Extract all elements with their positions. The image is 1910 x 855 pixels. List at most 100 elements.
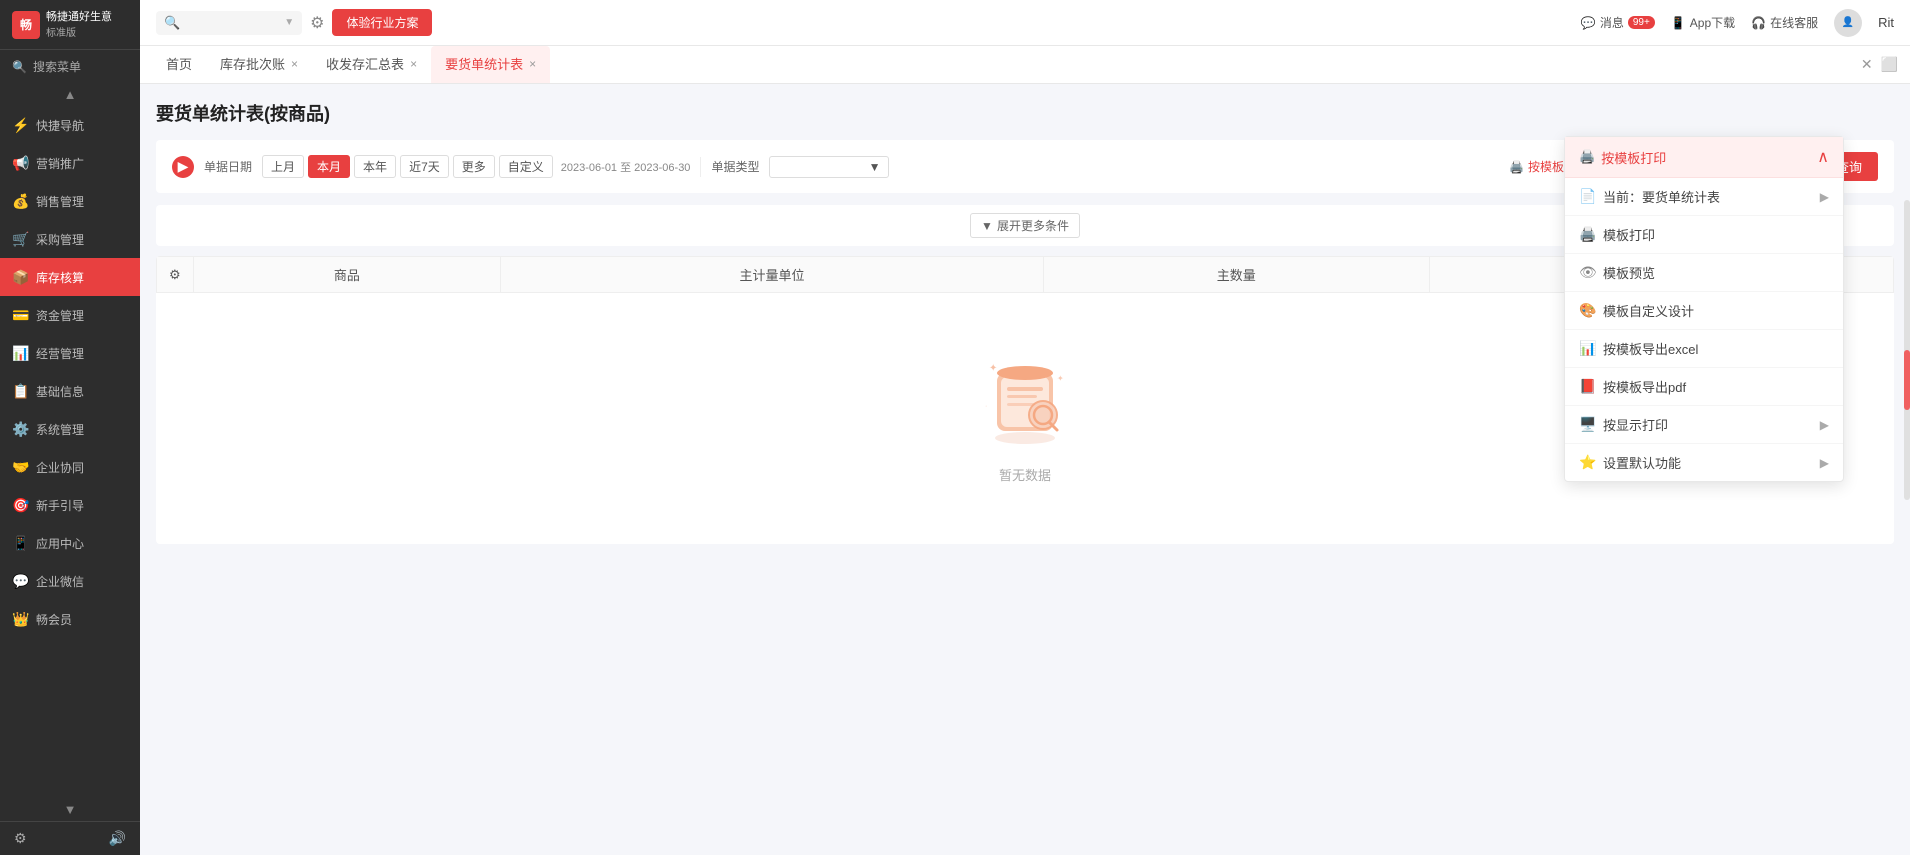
sidebar-item-finance[interactable]: 💳 资金管理 <box>0 296 140 334</box>
sidebar-item-collab[interactable]: 🤝 企业协同 <box>0 448 140 486</box>
date-btn-more[interactable]: 更多 <box>453 155 495 178</box>
sidebar-item-business[interactable]: 📊 经营管理 <box>0 334 140 372</box>
date-btn-custom[interactable]: 自定义 <box>499 155 553 178</box>
print-dropdown-header[interactable]: 🖨️ 按模板打印 ∧ <box>1565 137 1843 178</box>
tab-order-stats[interactable]: 要货单统计表 × <box>431 46 550 83</box>
print-export-pdf-item[interactable]: 📕 按模板导出pdf <box>1565 368 1843 406</box>
customer-service-icon: 🎧 <box>1751 16 1766 30</box>
set-default-icon: ⭐ <box>1579 454 1595 471</box>
sidebar-item-wechat[interactable]: 💬 企业微信 <box>0 562 140 600</box>
tab-order-stats-close[interactable]: × <box>529 57 536 71</box>
expand-label: 展开更多条件 <box>997 217 1069 234</box>
print-export-excel-item[interactable]: 📊 按模板导出excel <box>1565 330 1843 368</box>
sidebar-label-finance: 资金管理 <box>36 307 84 324</box>
search-menu-label: 搜索菜单 <box>33 58 81 75</box>
sidebar-scroll-up[interactable]: ▲ <box>0 83 140 106</box>
sidebar-label-guide: 新手引导 <box>36 497 84 514</box>
print-current-template-item[interactable]: 📄 当前：要货单统计表 ▶ <box>1565 178 1843 216</box>
sidebar-item-marketing[interactable]: 📢 营销推广 <box>0 144 140 182</box>
display-print-arrow: ▶ <box>1820 418 1829 432</box>
sidebar-scroll-down[interactable]: ▼ <box>0 798 140 821</box>
tab-home[interactable]: 首页 <box>152 46 206 83</box>
sidebar-label-sales: 销售管理 <box>36 193 84 210</box>
print-template-preview-item[interactable]: 👁 模板预览 <box>1565 254 1843 292</box>
app-download-icon: 📱 <box>1671 16 1686 30</box>
topbar-messages[interactable]: 💬 消息 99+ <box>1581 14 1655 31</box>
sidebar-item-basic[interactable]: 📋 基础信息 <box>0 372 140 410</box>
date-btn-this-year[interactable]: 本年 <box>354 155 396 178</box>
print-set-default-item[interactable]: ⭐ 设置默认功能 ▶ <box>1565 444 1843 481</box>
date-filter-label: 单据日期 <box>204 158 252 175</box>
sidebar-item-appstore[interactable]: 📱 应用中心 <box>0 524 140 562</box>
print-template-print-item[interactable]: 🖨️ 模板打印 <box>1565 216 1843 254</box>
type-select-arrow: ▼ <box>869 160 881 174</box>
app-name: 畅捷通好生意 <box>46 10 112 24</box>
topbar-customer-service[interactable]: 🎧 在线客服 <box>1751 14 1818 31</box>
close-window-icon[interactable]: ✕ <box>1861 56 1873 73</box>
tab-receipt-summary-close[interactable]: × <box>410 57 417 71</box>
wechat-icon: 💬 <box>12 572 30 590</box>
print-dropdown-header-label: 按模板打印 <box>1601 148 1666 167</box>
business-icon: 📊 <box>12 344 30 362</box>
maximize-icon[interactable]: ⬜ <box>1881 56 1898 73</box>
scrollbar-thumb <box>1904 350 1910 410</box>
search-menu[interactable]: 🔍 搜索菜单 <box>0 50 140 83</box>
finance-icon: 💳 <box>12 306 30 324</box>
col-header-settings[interactable]: ⚙ <box>157 257 194 293</box>
settings-bottom-icon[interactable]: ⚙ <box>14 830 27 847</box>
sidebar-bottom: ⚙ 🔊 <box>0 821 140 855</box>
sidebar-nav: ⚡ 快捷导航 📢 营销推广 💰 销售管理 🛒 采购管理 📦 库存核算 💳 资金管… <box>0 106 140 798</box>
sidebar-item-member[interactable]: 👑 畅会员 <box>0 600 140 638</box>
set-default-arrow: ▶ <box>1820 456 1829 470</box>
search-icon: 🔍 <box>12 60 27 74</box>
topbar-actions: 💬 消息 99+ 📱 App下载 🎧 在线客服 👤 Rit <box>1581 9 1894 37</box>
user-name[interactable]: Rit <box>1878 15 1894 30</box>
sidebar-item-inventory[interactable]: 📦 库存核算 <box>0 258 140 296</box>
tab-inventory-batch[interactable]: 库存批次账 × <box>206 46 312 83</box>
trial-button[interactable]: 体验行业方案 <box>332 9 432 36</box>
display-print-label: 按显示打印 <box>1603 415 1668 434</box>
current-template-label: 当前：要货单统计表 <box>1603 187 1720 206</box>
tab-inventory-batch-close[interactable]: × <box>291 57 298 71</box>
topbar-app-download[interactable]: 📱 App下载 <box>1671 14 1735 31</box>
topbar-gear-icon[interactable]: ⚙ <box>310 13 324 33</box>
empty-illustration: ✦ ✦ · <box>975 353 1075 453</box>
filter-toggle-button[interactable]: ▶ <box>172 156 194 178</box>
date-btn-last-month[interactable]: 上月 <box>262 155 304 178</box>
sidebar-item-system[interactable]: ⚙️ 系统管理 <box>0 410 140 448</box>
tab-receipt-summary[interactable]: 收发存汇总表 × <box>312 46 431 83</box>
print-dropdown-close-icon[interactable]: ∧ <box>1817 147 1829 167</box>
sidebar-label-business: 经营管理 <box>36 345 84 362</box>
expand-icon: ▼ <box>981 219 993 233</box>
app-edition: 标准版 <box>46 24 112 39</box>
filter-separator <box>700 157 701 177</box>
topbar-search-input[interactable] <box>184 16 284 30</box>
print-dropdown: 🖨️ 按模板打印 ∧ 📄 当前：要货单统计表 ▶ 🖨️ 模板打印 👁 模板预览 … <box>1564 136 1844 482</box>
date-btn-this-month[interactable]: 本月 <box>308 155 350 178</box>
sidebar-item-guide[interactable]: 🎯 新手引导 <box>0 486 140 524</box>
guide-icon: 🎯 <box>12 496 30 514</box>
topbar-search-wrap[interactable]: 🔍 ▼ <box>156 11 302 35</box>
print-display-print-item[interactable]: 🖥️ 按显示打印 ▶ <box>1565 406 1843 444</box>
app-download-label: App下载 <box>1690 14 1735 31</box>
sidebar-label-collab: 企业协同 <box>36 459 84 476</box>
right-scrollbar[interactable] <box>1904 200 1910 500</box>
print-template-custom-item[interactable]: 🎨 模板自定义设计 <box>1565 292 1843 330</box>
appstore-icon: 📱 <box>12 534 30 552</box>
date-btn-7days[interactable]: 近7天 <box>400 155 449 178</box>
logo-icon: 畅 <box>12 11 40 39</box>
export-pdf-icon: 📕 <box>1579 378 1595 395</box>
message-badge: 99+ <box>1628 16 1655 29</box>
current-template-arrow: ▶ <box>1820 190 1829 204</box>
sidebar-item-quick-nav[interactable]: ⚡ 快捷导航 <box>0 106 140 144</box>
sidebar-item-sales[interactable]: 💰 销售管理 <box>0 182 140 220</box>
topbar-dropdown-icon[interactable]: ▼ <box>284 17 294 28</box>
marketing-icon: 📢 <box>12 154 30 172</box>
sidebar-item-purchase[interactable]: 🛒 采购管理 <box>0 220 140 258</box>
message-icon: 💬 <box>1581 16 1596 30</box>
topbar: 🔍 ▼ ⚙ 体验行业方案 💬 消息 99+ 📱 App下载 🎧 在线客服 👤 <box>140 0 1910 46</box>
expand-more-btn[interactable]: ▼ 展开更多条件 <box>970 213 1080 238</box>
sound-icon[interactable]: 🔊 <box>109 830 126 847</box>
type-select[interactable]: ▼ <box>769 156 889 178</box>
user-avatar[interactable]: 👤 <box>1834 9 1862 37</box>
